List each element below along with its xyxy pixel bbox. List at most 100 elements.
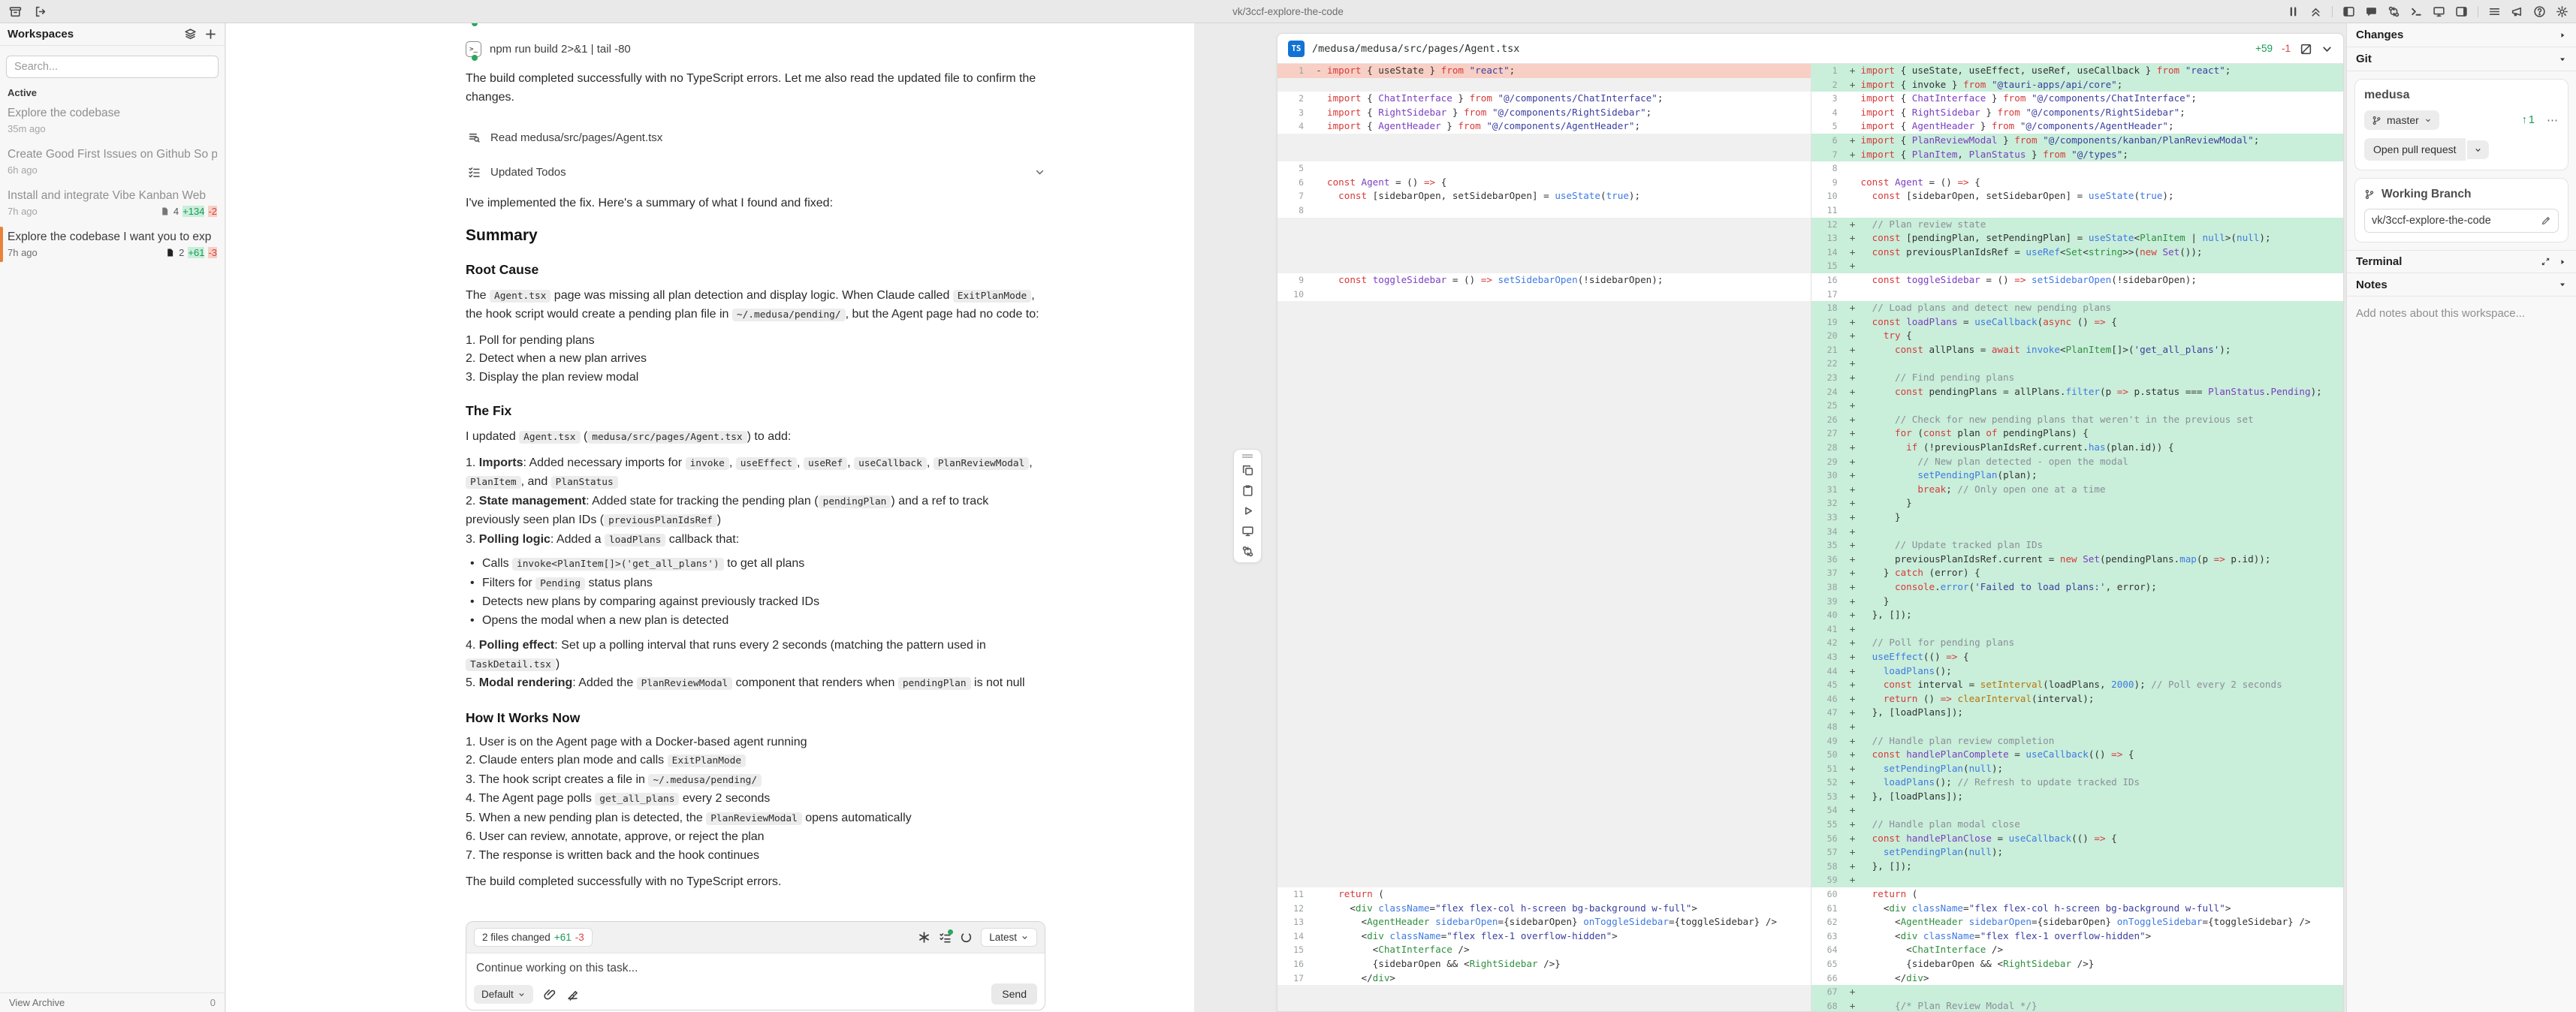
diff-row[interactable]: 12 <div className="flex flex-col h-scree… (1277, 902, 2343, 916)
diff-row[interactable]: 68 + {/* Plan Review Modal */} (1277, 999, 2343, 1012)
workspace-item[interactable]: Install and integrate Vibe Kanban Web 7h… (0, 182, 225, 224)
diff-row[interactable]: 41 + (1277, 622, 2343, 637)
chevron-down-icon[interactable] (1034, 167, 1045, 178)
megaphone-icon[interactable] (2511, 5, 2523, 18)
diff-row[interactable]: 31 + break; // Only open one at a time (1277, 483, 2343, 497)
diff-row[interactable]: 20 + try { (1277, 329, 2343, 343)
tool-call-row[interactable]: >_npm run build 2>&1 | tail -80 (466, 41, 1045, 57)
diff-row[interactable]: 49 + // Handle plan review completion (1277, 734, 2343, 748)
diff-row[interactable]: 40 + }, []); (1277, 608, 2343, 622)
diff-row[interactable]: 17 </div> 66 </div> (1277, 971, 2343, 986)
diff-row[interactable]: 56 + const handlePlanClose = useCallback… (1277, 832, 2343, 846)
plus-icon[interactable] (204, 28, 217, 41)
diff-row[interactable]: 2 + import { invoke } from "@tauri-apps/… (1277, 78, 2343, 92)
expand-icon[interactable] (2541, 257, 2550, 267)
help-icon[interactable] (2533, 5, 2546, 18)
diff-row[interactable]: 18 + // Load plans and detect new pendin… (1277, 301, 2343, 315)
gear-icon[interactable] (2556, 5, 2568, 18)
diff-row[interactable]: 30 + setPendingPlan(plan); (1277, 468, 2343, 483)
diff-row[interactable]: 39 + } (1277, 595, 2343, 609)
spinner-icon[interactable] (960, 931, 973, 944)
diff-row[interactable]: 50 + const handlePlanComplete = useCallb… (1277, 748, 2343, 762)
diff-row[interactable]: 53 + }, [loadPlans]); (1277, 790, 2343, 804)
diff-row[interactable]: 27 + for (const plan of pendingPlans) { (1277, 426, 2343, 441)
diff-row[interactable]: 46 + return () => clearInterval(interval… (1277, 692, 2343, 706)
diff-row[interactable]: 67 + (1277, 985, 2343, 999)
diff-row[interactable]: 32 + } (1277, 496, 2343, 511)
monitor-icon[interactable] (2433, 5, 2445, 18)
diff-row[interactable]: 6 + import { PlanReviewModal } from "@/c… (1277, 134, 2343, 148)
sign-out-icon[interactable] (34, 5, 47, 18)
diff-row[interactable]: 10 17 (1277, 288, 2343, 302)
diff-row[interactable]: 5 8 (1277, 161, 2343, 176)
diff-row[interactable]: 13 <AgentHeader sidebarOpen={sidebarOpen… (1277, 915, 2343, 929)
paperclip-icon[interactable] (544, 988, 557, 1001)
git-compare-icon[interactable] (1241, 545, 1254, 558)
diff-row[interactable]: 13 + const [pendingPlan, setPendingPlan]… (1277, 231, 2343, 245)
diff-row[interactable]: 12 + // Plan review state (1277, 218, 2343, 232)
archive-icon[interactable] (9, 5, 22, 18)
diff-row[interactable]: 7 const [sidebarOpen, setSidebarOpen] = … (1277, 189, 2343, 203)
view-archive-link[interactable]: View Archive (9, 997, 65, 1008)
pen-icon[interactable] (566, 988, 579, 1001)
diff-row[interactable]: 45 + const interval = setInterval(loadPl… (1277, 678, 2343, 692)
send-button[interactable]: Send (991, 983, 1037, 1004)
diff-row[interactable]: 14 <div className="flex flex-1 overflow-… (1277, 929, 2343, 944)
diff-row[interactable]: 11 return ( 60 return ( (1277, 887, 2343, 902)
tool-call-row[interactable]: Read medusa/src/pages/Agent.tsx (466, 129, 1045, 146)
git-compare-icon[interactable] (2387, 5, 2400, 18)
layers-icon[interactable] (184, 28, 197, 41)
clipboard-icon[interactable] (1241, 484, 1254, 497)
diff-row[interactable]: 38 + console.error('Failed to load plans… (1277, 580, 2343, 595)
diff-row[interactable]: 24 + const pendingPlans = allPlans.filte… (1277, 385, 2343, 399)
section-changes[interactable]: Changes (2347, 23, 2576, 47)
diff-row[interactable]: 2 import { ChatInterface } from "@/compo… (1277, 92, 2343, 106)
diff-row[interactable]: 21 + const allPlans = await invoke<PlanI… (1277, 343, 2343, 357)
notes-input[interactable]: Add notes about this workspace... (2347, 297, 2576, 330)
split-diff-icon[interactable] (2300, 43, 2312, 55)
diff-row[interactable]: 42 + // Poll for pending plans (1277, 636, 2343, 650)
chat-bubble-icon[interactable] (2365, 5, 2378, 18)
pause-icon[interactable] (2287, 5, 2300, 18)
diff-row[interactable]: 35 + // Update tracked plan IDs (1277, 538, 2343, 553)
diff-row[interactable]: 57 + setPendingPlan(null); (1277, 845, 2343, 860)
panel-right-icon[interactable] (2455, 5, 2468, 18)
diff-row[interactable]: 15 <ChatInterface /> 64 <ChatInterface /… (1277, 943, 2343, 957)
diff-row[interactable]: 48 + (1277, 720, 2343, 734)
diff-row[interactable]: 51 + setPendingPlan(null); (1277, 762, 2343, 776)
pr-dropdown-button[interactable] (2467, 140, 2489, 159)
diff-row[interactable]: 6 const Agent = () => { 9 const Agent = … (1277, 176, 2343, 190)
diff-row[interactable]: 33 + } (1277, 511, 2343, 525)
files-changed-chip[interactable]: 2 files changed +61 -3 (474, 928, 593, 947)
diff-row[interactable]: 59 + (1277, 873, 2343, 887)
composer-input[interactable]: Continue working on this task... (466, 953, 1045, 975)
section-notes[interactable]: Notes (2347, 273, 2576, 297)
workspace-item[interactable]: Explore the codebase I want you to exp 7… (0, 224, 225, 265)
workspace-item[interactable]: Explore the codebase 35m ago (0, 100, 225, 141)
monitor-icon[interactable] (1241, 525, 1254, 538)
chevrons-up-icon[interactable] (2309, 5, 2322, 18)
terminal-icon[interactable] (2410, 5, 2423, 18)
copy-icon[interactable] (1241, 464, 1254, 477)
diff-row[interactable]: 22 + (1277, 357, 2343, 371)
tool-call-row[interactable]: Updated Todos (466, 164, 1045, 180)
diff-row[interactable]: 23 + // Find pending plans (1277, 371, 2343, 385)
branch-selector[interactable]: master (2364, 110, 2439, 130)
diff-row[interactable]: 26 + // Check for new pending plans that… (1277, 413, 2343, 427)
todo-badge-icon[interactable] (939, 931, 952, 944)
spark-icon[interactable] (918, 931, 931, 944)
diff-row[interactable]: 7 + import { PlanItem, PlanStatus } from… (1277, 148, 2343, 162)
repo-more-menu[interactable]: ⋯ (2547, 113, 2559, 127)
diff-row[interactable]: 36 + previousPlanIdsRef.current = new Se… (1277, 553, 2343, 567)
diff-row[interactable]: 54 + (1277, 803, 2343, 818)
section-terminal[interactable]: Terminal (2347, 250, 2576, 273)
diff-row[interactable]: 58 + }, []); (1277, 860, 2343, 874)
diff-row[interactable]: 9 const toggleSidebar = () => setSidebar… (1277, 273, 2343, 288)
model-selector[interactable]: Default (474, 985, 533, 1004)
diff-row[interactable]: 43 + useEffect(() => { (1277, 650, 2343, 664)
diff-row[interactable]: 19 + const loadPlans = useCallback(async… (1277, 315, 2343, 330)
drag-handle[interactable] (1242, 454, 1253, 458)
workspace-item[interactable]: Create Good First Issues on Github So p … (0, 141, 225, 182)
diff-row[interactable]: 55 + // Handle plan modal close (1277, 818, 2343, 832)
open-pull-request-button[interactable]: Open pull request (2364, 138, 2466, 161)
